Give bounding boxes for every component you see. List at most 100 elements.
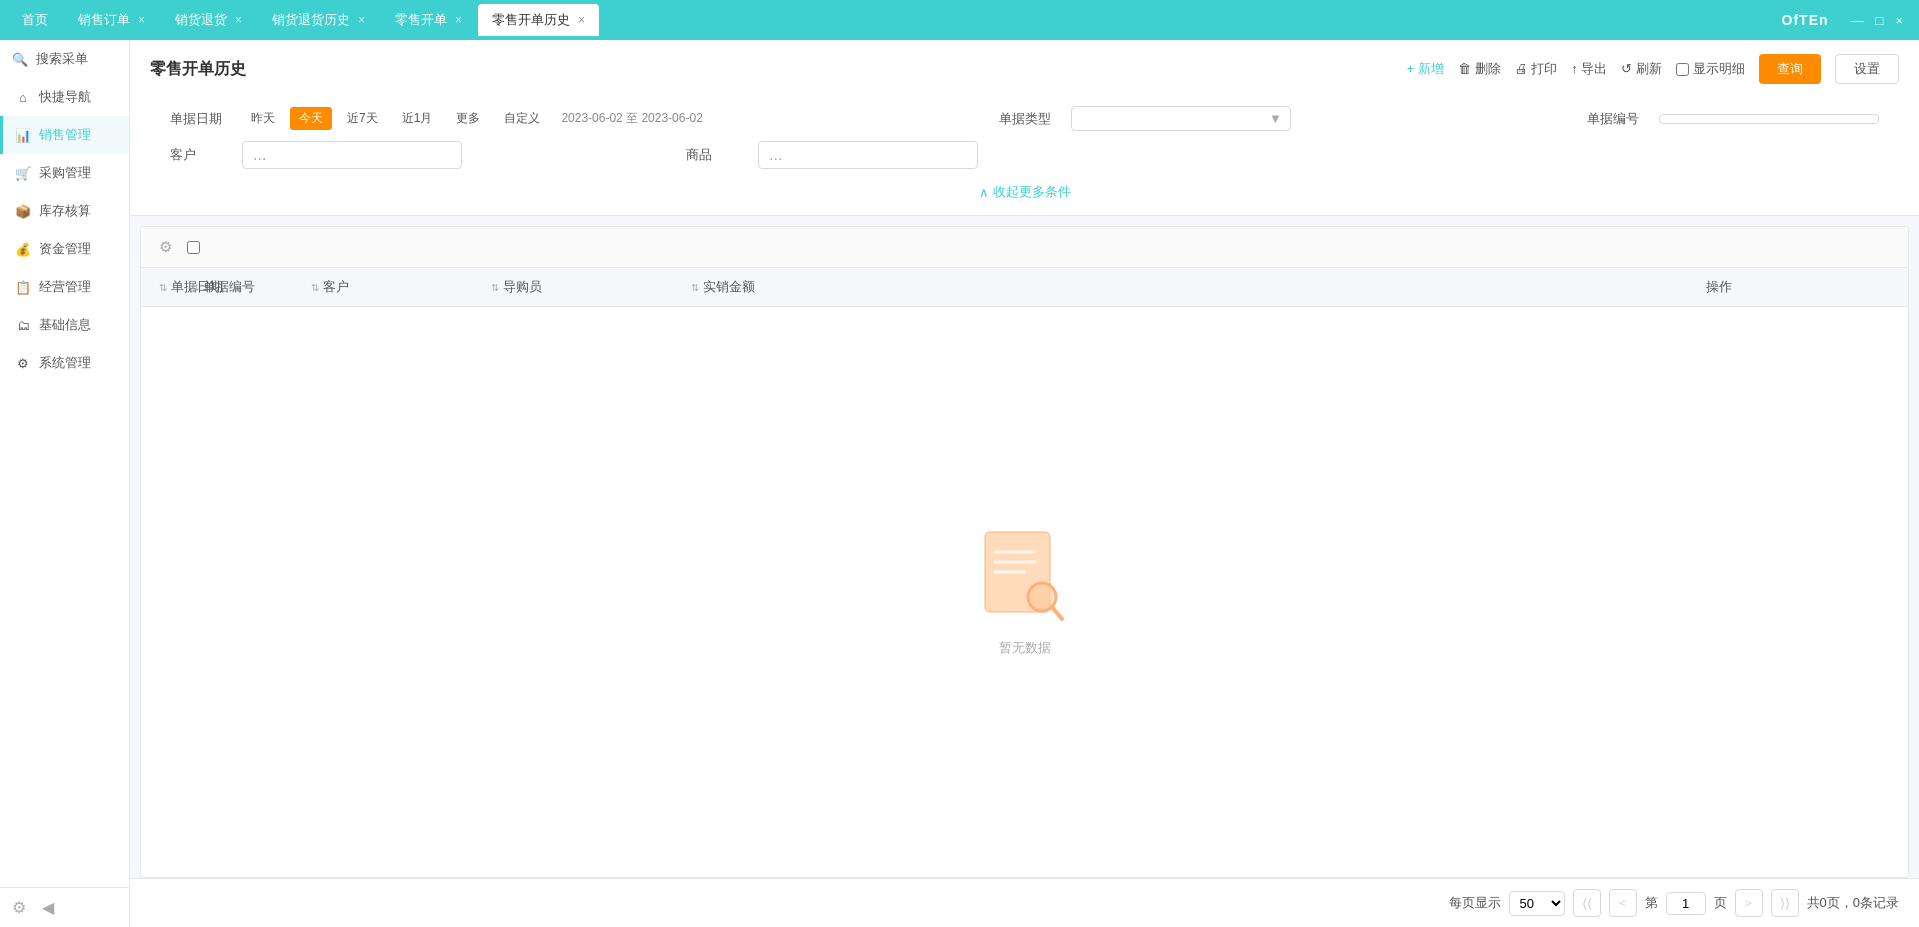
sort-icon[interactable]: ⇅ — [691, 282, 699, 293]
th-amount: ⇅ 实销金额 — [683, 268, 1698, 306]
tab-close-2[interactable]: × — [235, 13, 242, 27]
window-controls: OfTEn — □ × — [1782, 12, 1911, 28]
collapse-row[interactable]: ∧ 收起更多条件 — [170, 179, 1879, 205]
table-body: 暂无数据 — [141, 307, 1908, 877]
goods-label: 商品 — [686, 146, 746, 164]
sidebar-item-basic-info[interactable]: 🗂 基础信息 — [0, 306, 129, 344]
table-header: ⇅ 单据日期 ⇅ 单据编号 ⇅ 客户 ⇅ 导购员 ⇅ 实销金额 — [141, 268, 1908, 307]
top-tab-0[interactable]: 首页 — [8, 4, 62, 36]
date-custom[interactable]: 自定义 — [495, 107, 549, 130]
tab-close-3[interactable]: × — [358, 13, 365, 27]
settings-button[interactable]: 设置 — [1835, 54, 1899, 84]
system-icon: ⚙ — [15, 355, 31, 371]
sidebar-item-sales[interactable]: 📊 销售管理 — [0, 116, 129, 154]
date-today[interactable]: 今天 — [290, 107, 332, 130]
customer-input[interactable]: ... — [242, 141, 462, 169]
cart-icon: 🛒 — [15, 165, 31, 181]
date-yesterday[interactable]: 昨天 — [242, 107, 284, 130]
empty-doc-svg — [980, 527, 1070, 627]
sidebar-item-finance[interactable]: 💰 资金管理 — [0, 230, 129, 268]
sidebar-item-system[interactable]: ⚙ 系统管理 — [0, 344, 129, 382]
search-icon: 🔍 — [12, 51, 28, 67]
doctype-select[interactable]: ▼ — [1071, 106, 1291, 131]
docnum-input[interactable] — [1659, 114, 1879, 124]
sort-icon[interactable]: ⇅ — [159, 282, 167, 293]
th-docnum: ⇅ 单据编号 — [183, 268, 303, 306]
print-button[interactable]: 🖨 打印 — [1515, 60, 1558, 78]
customer-dots: ... — [253, 146, 266, 163]
sort-icon[interactable]: ⇅ — [311, 282, 319, 293]
top-tab-5[interactable]: 零售开单历史× — [478, 4, 599, 36]
top-tab-2[interactable]: 销货退货× — [161, 4, 256, 36]
th-salesperson-label: 导购员 — [503, 278, 542, 296]
page-input[interactable] — [1666, 892, 1706, 915]
top-tab-3[interactable]: 销货退货历史× — [258, 4, 379, 36]
page-label: 第 — [1645, 894, 1658, 912]
restore-btn[interactable]: □ — [1876, 13, 1884, 28]
total-text: 共0页，0条记录 — [1807, 894, 1899, 912]
add-button[interactable]: + 新增 — [1407, 60, 1444, 78]
last-page-btn[interactable]: ⟩⟩ — [1771, 889, 1799, 917]
sidebar-settings-icon[interactable]: ⚙ — [12, 898, 26, 917]
docnum-label: 单据编号 — [1587, 110, 1647, 128]
sort-icon[interactable]: ⇅ — [191, 282, 199, 293]
collapse-icon: ∧ — [979, 185, 989, 200]
query-button[interactable]: 查询 — [1759, 54, 1821, 84]
date-shortcuts: 昨天 今天 近7天 近1月 更多 自定义 — [242, 107, 549, 130]
tab-bar: 首页销售订单×销货退货×销货退货历史×零售开单×零售开单历史× — [8, 4, 1782, 36]
delete-button[interactable]: 🗑 删除 — [1458, 60, 1501, 78]
page-unit: 页 — [1714, 894, 1727, 912]
sidebar-item-purchase[interactable]: 🛒 采购管理 — [0, 154, 129, 192]
sort-icon[interactable]: ⇅ — [491, 282, 499, 293]
report-icon: 📋 — [15, 279, 31, 295]
refresh-button[interactable]: ↺ 刷新 — [1621, 60, 1662, 78]
top-tab-4[interactable]: 零售开单× — [381, 4, 476, 36]
top-tab-1[interactable]: 销售订单× — [64, 4, 159, 36]
date-7days[interactable]: 近7天 — [338, 107, 387, 130]
sidebar-search-label: 搜索采单 — [36, 50, 88, 68]
page-title: 零售开单历史 — [150, 59, 246, 80]
date-label: 单据日期 — [170, 110, 230, 128]
export-button[interactable]: ↑ 导出 — [1571, 60, 1607, 78]
per-page-label: 每页显示 — [1449, 894, 1501, 912]
sidebar-search[interactable]: 🔍 搜索采单 — [0, 40, 129, 78]
show-detail-checkbox-label[interactable]: 显示明细 — [1676, 60, 1745, 78]
th-salesperson: ⇅ 导购员 — [483, 268, 683, 306]
th-customer: ⇅ 客户 — [303, 268, 483, 306]
th-action: 操作 — [1698, 268, 1818, 306]
sidebar-collapse-icon[interactable]: ◀ — [42, 898, 54, 917]
tab-close-1[interactable]: × — [138, 13, 145, 27]
th-date: ⇅ 单据日期 — [151, 268, 183, 306]
sidebar-item-label: 库存核算 — [39, 202, 91, 220]
info-icon: 🗂 — [15, 317, 31, 333]
table-gear-icon[interactable]: ⚙ — [151, 233, 179, 261]
minimize-btn[interactable]: — — [1851, 13, 1864, 28]
toolbar: + 新增 🗑 删除 🖨 打印 ↑ 导出 ↺ 刷新 显示明细 查询 设置 — [1407, 54, 1899, 84]
first-page-btn[interactable]: ⟨⟨ — [1573, 889, 1601, 917]
tab-close-5[interactable]: × — [578, 13, 585, 27]
sidebar-item-operations[interactable]: 📋 经营管理 — [0, 268, 129, 306]
sidebar-item-label: 基础信息 — [39, 316, 91, 334]
next-page-btn[interactable]: ＞ — [1735, 889, 1763, 917]
show-detail-label: 显示明细 — [1693, 60, 1745, 78]
table-toolbar-row: ⚙ — [141, 227, 1908, 268]
customer-label: 客户 — [170, 146, 230, 164]
home-icon: ⌂ — [15, 89, 31, 105]
date-1month[interactable]: 近1月 — [393, 107, 442, 130]
goods-input[interactable]: ... — [758, 141, 978, 169]
sidebar-item-inventory[interactable]: 📦 库存核算 — [0, 192, 129, 230]
per-page-select[interactable]: 50 100 200 — [1509, 891, 1565, 916]
select-all-checkbox[interactable] — [187, 241, 200, 254]
th-action-label: 操作 — [1706, 278, 1732, 296]
th-docnum-label: 单据编号 — [203, 278, 255, 296]
sidebar-item-label: 经营管理 — [39, 278, 91, 296]
close-btn[interactable]: × — [1895, 13, 1903, 28]
prev-page-btn[interactable]: ＜ — [1609, 889, 1637, 917]
filter-area: 单据日期 昨天 今天 近7天 近1月 更多 自定义 2023-06-02 至 2… — [150, 96, 1899, 215]
sidebar-item-quicknav[interactable]: ⌂ 快捷导航 — [0, 78, 129, 116]
sidebar-item-label: 采购管理 — [39, 164, 91, 182]
date-more[interactable]: 更多 — [447, 107, 489, 130]
tab-close-4[interactable]: × — [455, 13, 462, 27]
show-detail-checkbox[interactable] — [1676, 63, 1689, 76]
filter-row-2: 客户 ... 商品 ... — [170, 141, 1879, 169]
